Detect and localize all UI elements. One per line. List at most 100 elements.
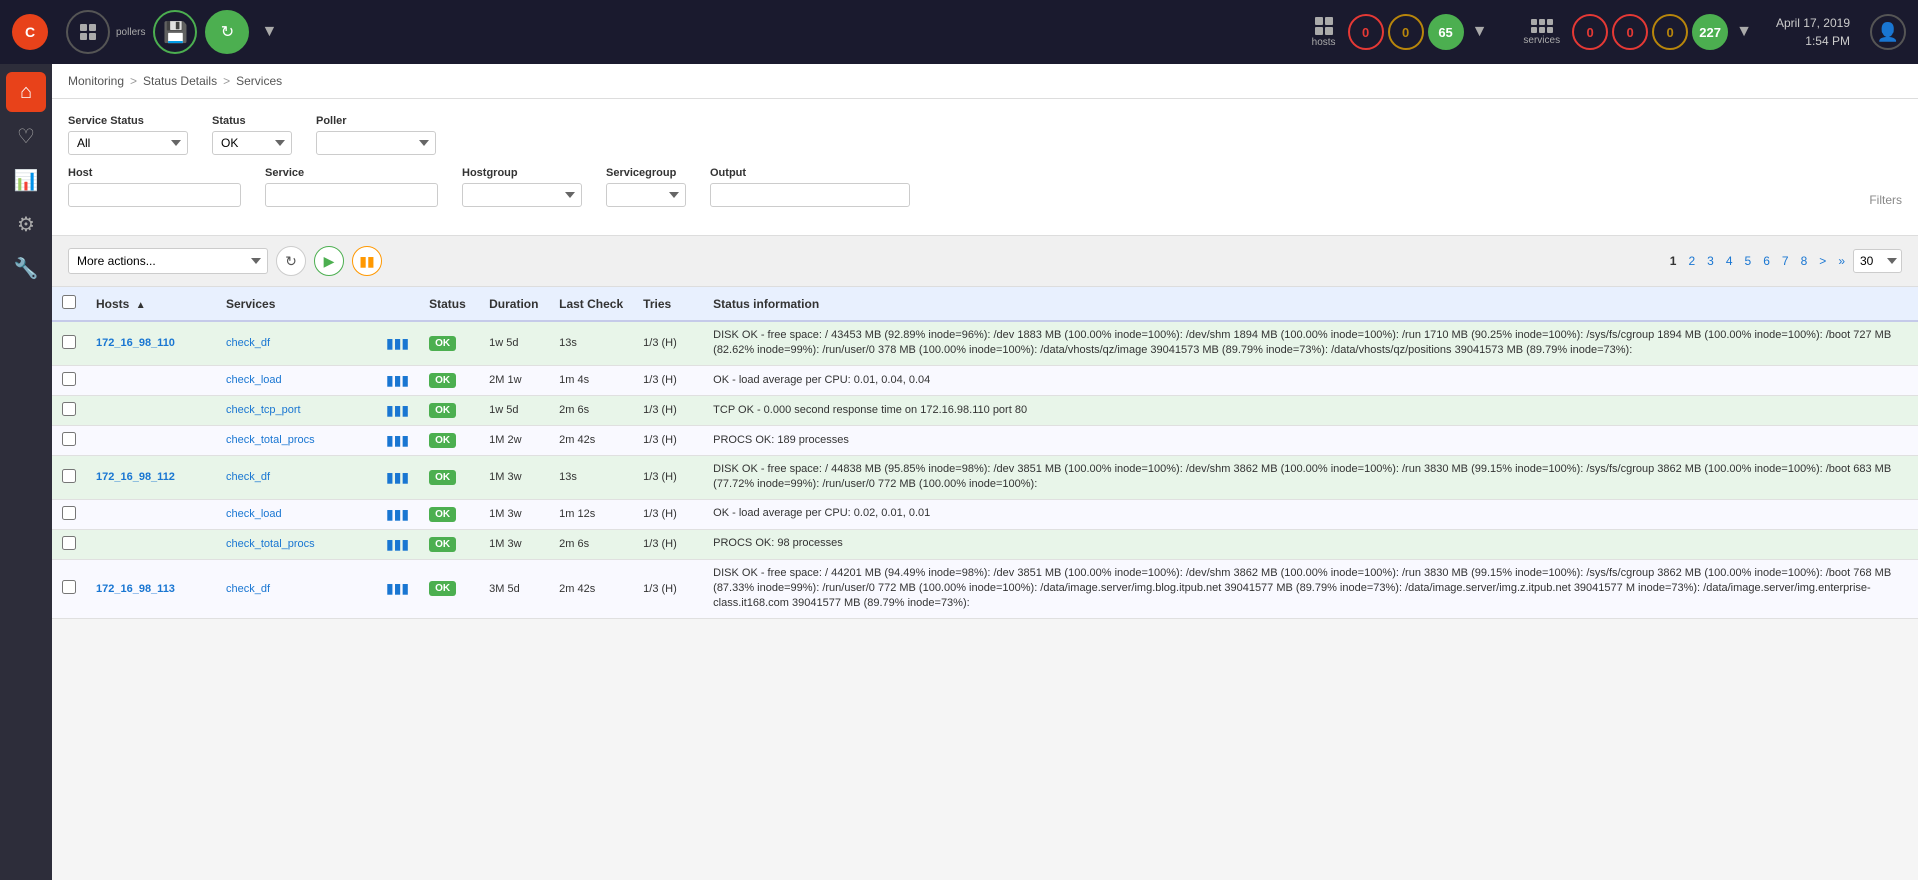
services-counter-red2[interactable]: 0	[1612, 14, 1648, 50]
service-label: Service	[265, 167, 438, 179]
hosts-counter-olive[interactable]: 0	[1388, 14, 1424, 50]
poller-select[interactable]	[316, 131, 436, 155]
cell-service[interactable]: check_df	[216, 455, 376, 499]
cell-chart[interactable]: ▮▮▮	[376, 365, 419, 395]
chart-icon[interactable]: ▮▮▮	[386, 372, 409, 388]
breadcrumb-monitoring[interactable]: Monitoring	[68, 74, 124, 88]
row-checkbox[interactable]	[62, 536, 76, 550]
filters-link[interactable]: Filters	[1869, 193, 1902, 207]
hosts-counter-green[interactable]: 65	[1428, 14, 1464, 50]
cell-service[interactable]: check_total_procs	[216, 425, 376, 455]
sidebar-item-home[interactable]: ⌂	[6, 72, 46, 112]
cell-service[interactable]: check_df	[216, 559, 376, 618]
chart-icon[interactable]: ▮▮▮	[386, 432, 409, 448]
page-4[interactable]: 4	[1722, 252, 1737, 270]
page-6[interactable]: 6	[1759, 252, 1774, 270]
cell-host: 172_16_98_112	[86, 455, 216, 499]
cell-chart[interactable]: ▮▮▮	[376, 529, 419, 559]
user-profile-icon[interactable]: 👤	[1870, 14, 1906, 50]
app-logo[interactable]: C	[12, 14, 48, 50]
data-table: Hosts ▲ Services Status Duration Last Ch…	[52, 287, 1918, 619]
sidebar-item-tools[interactable]: 🔧	[6, 248, 46, 288]
cell-duration: 2M 1w	[479, 365, 549, 395]
page-1[interactable]: 1	[1666, 252, 1681, 270]
filter-hostgroup: Hostgroup	[462, 167, 582, 207]
page-size-select[interactable]: 30 50 100	[1853, 249, 1902, 273]
cell-service[interactable]: check_total_procs	[216, 529, 376, 559]
pause-btn[interactable]: ▮▮	[352, 246, 382, 276]
hosts-sort-icon[interactable]: ▲	[136, 300, 146, 311]
refresh-btn[interactable]: ↻	[276, 246, 306, 276]
hostgroup-select[interactable]	[462, 183, 582, 207]
status-badge: OK	[429, 581, 456, 596]
servicegroup-select[interactable]	[606, 183, 686, 207]
cell-lastcheck: 1m 12s	[549, 499, 633, 529]
cell-chart[interactable]: ▮▮▮	[376, 425, 419, 455]
cell-chart[interactable]: ▮▮▮	[376, 395, 419, 425]
table-row: 172_16_98_112 check_df ▮▮▮ OK 1M 3w 13s …	[52, 455, 1918, 499]
row-checkbox[interactable]	[62, 469, 76, 483]
row-checkbox[interactable]	[62, 335, 76, 349]
cell-service[interactable]: check_df	[216, 321, 376, 365]
status-select[interactable]: OK	[212, 131, 292, 155]
cell-status: OK	[419, 425, 479, 455]
services-dropdown-btn[interactable]: ▼	[1732, 19, 1756, 45]
play-btn[interactable]: ▶	[314, 246, 344, 276]
row-checkbox[interactable]	[62, 432, 76, 446]
page-2[interactable]: 2	[1684, 252, 1699, 270]
sidebar-item-monitoring[interactable]: ♡	[6, 116, 46, 156]
service-input[interactable]	[265, 183, 438, 207]
nav-dropdown-btn[interactable]: ▼	[257, 19, 281, 45]
page-8[interactable]: 8	[1797, 252, 1812, 270]
cell-chart[interactable]: ▮▮▮	[376, 499, 419, 529]
output-input[interactable]	[710, 183, 910, 207]
cell-host	[86, 499, 216, 529]
sidebar-item-charts[interactable]: 📊	[6, 160, 46, 200]
services-label: services	[1523, 35, 1560, 46]
chart-icon[interactable]: ▮▮▮	[386, 580, 409, 596]
cell-tries: 1/3 (H)	[633, 455, 703, 499]
services-counter-green[interactable]: 227	[1692, 14, 1728, 50]
page-5[interactable]: 5	[1741, 252, 1756, 270]
cell-service[interactable]: check_load	[216, 499, 376, 529]
chart-icon[interactable]: ▮▮▮	[386, 536, 409, 552]
chart-icon[interactable]: ▮▮▮	[386, 469, 409, 485]
cell-chart[interactable]: ▮▮▮	[376, 455, 419, 499]
db-icon-btn[interactable]: 💾	[153, 10, 197, 54]
sidebar-item-settings[interactable]: ⚙	[6, 204, 46, 244]
breadcrumb-status-details[interactable]: Status Details	[143, 74, 217, 88]
service-status-select[interactable]: All	[68, 131, 188, 155]
row-checkbox[interactable]	[62, 506, 76, 520]
hosts-dropdown-btn[interactable]: ▼	[1468, 19, 1492, 45]
cell-chart[interactable]: ▮▮▮	[376, 559, 419, 618]
filter-service: Service	[265, 167, 438, 207]
row-checkbox[interactable]	[62, 580, 76, 594]
pagination: 1 2 3 4 5 6 7 8 > » 30 50 100	[1666, 249, 1902, 273]
chart-icon[interactable]: ▮▮▮	[386, 402, 409, 418]
page-3[interactable]: 3	[1703, 252, 1718, 270]
chart-icon[interactable]: ▮▮▮	[386, 335, 409, 351]
chart-icon[interactable]: ▮▮▮	[386, 506, 409, 522]
cell-chart[interactable]: ▮▮▮	[376, 321, 419, 365]
more-actions-select[interactable]: More actions...	[68, 248, 268, 274]
select-all-checkbox[interactable]	[62, 295, 76, 309]
refresh-icon-btn[interactable]: ↻	[205, 10, 249, 54]
cell-status: OK	[419, 499, 479, 529]
cell-service[interactable]: check_load	[216, 365, 376, 395]
table-row: check_total_procs ▮▮▮ OK 1M 3w 2m 6s 1/3…	[52, 529, 1918, 559]
services-counter-olive[interactable]: 0	[1652, 14, 1688, 50]
services-counter-red1[interactable]: 0	[1572, 14, 1608, 50]
cell-lastcheck: 1m 4s	[549, 365, 633, 395]
hosts-counter-red[interactable]: 0	[1348, 14, 1384, 50]
page-last[interactable]: »	[1834, 252, 1849, 270]
pollers-icon[interactable]	[66, 10, 110, 54]
service-status-label: Service Status	[68, 115, 188, 127]
sidebar: ⌂ ♡ 📊 ⚙ 🔧	[0, 64, 52, 880]
cell-service[interactable]: check_tcp_port	[216, 395, 376, 425]
row-checkbox[interactable]	[62, 372, 76, 386]
page-7[interactable]: 7	[1778, 252, 1793, 270]
table-row: check_total_procs ▮▮▮ OK 1M 2w 2m 42s 1/…	[52, 425, 1918, 455]
page-next[interactable]: >	[1815, 252, 1830, 270]
host-input[interactable]	[68, 183, 241, 207]
row-checkbox[interactable]	[62, 402, 76, 416]
